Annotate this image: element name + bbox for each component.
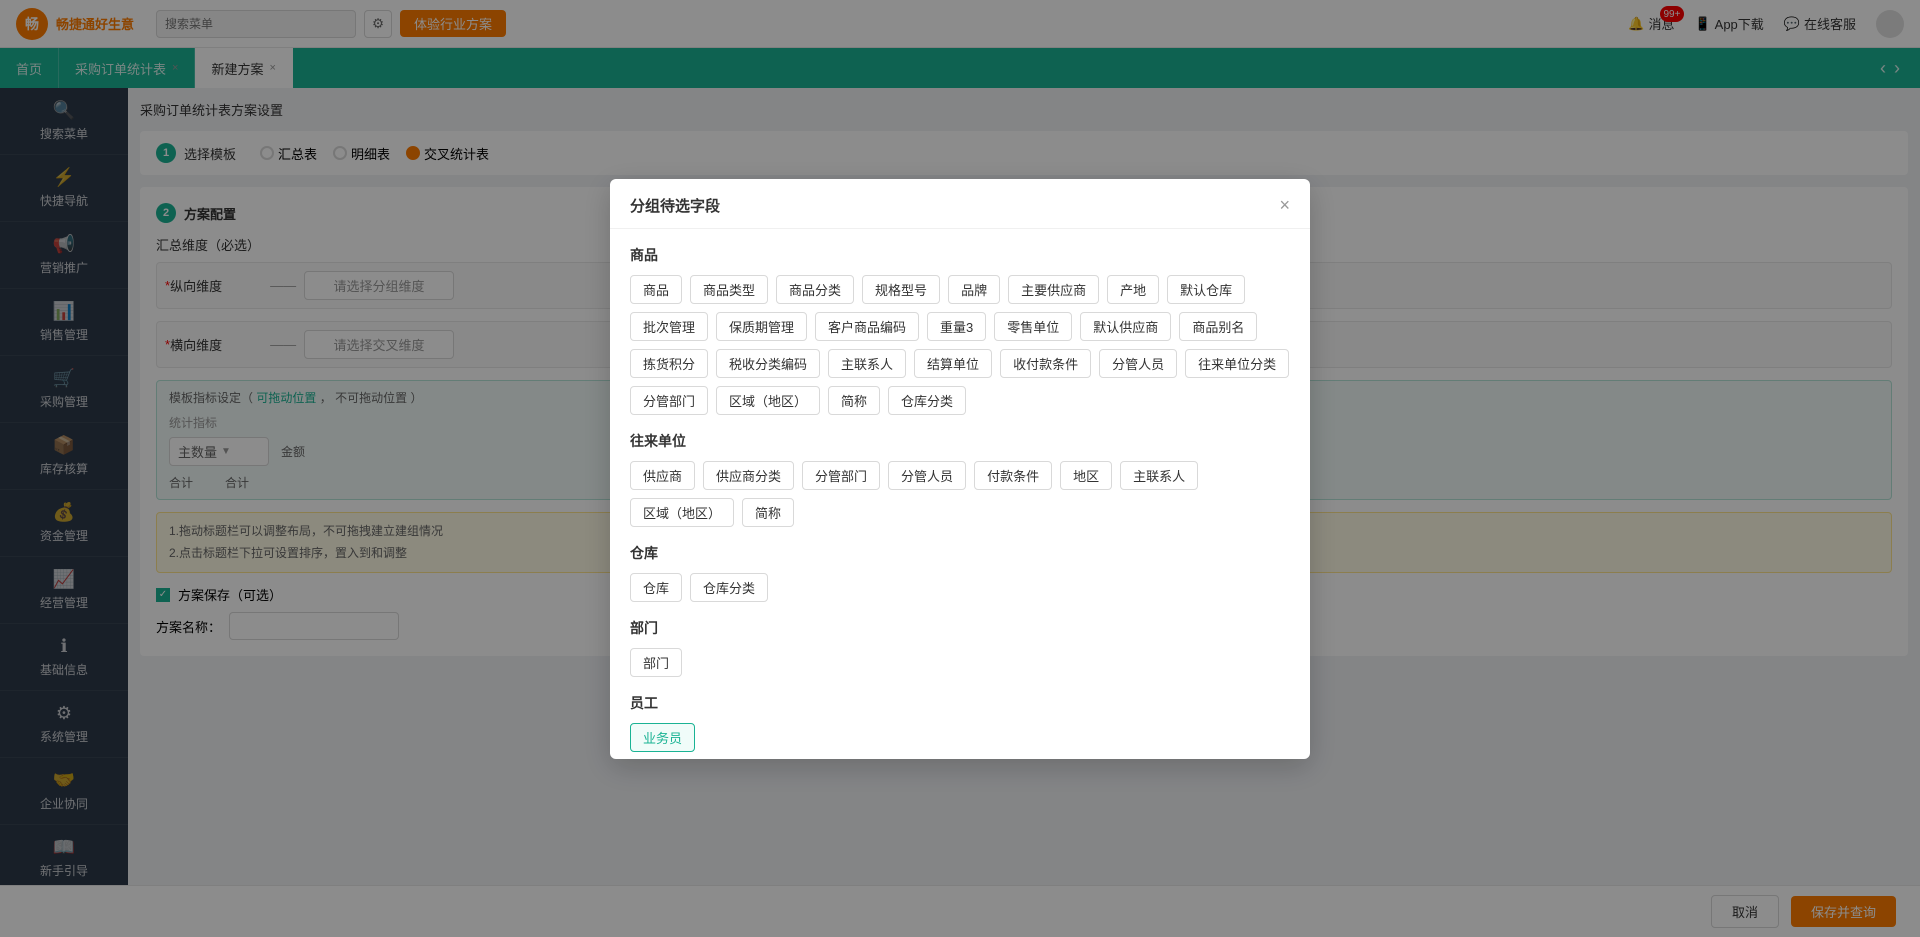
field-tag-salesperson[interactable]: 业务员: [630, 723, 695, 752]
field-tag-default-supplier[interactable]: 默认供应商: [1080, 312, 1171, 341]
field-tag-goods[interactable]: 商品: [630, 275, 682, 304]
field-tag-goods-category[interactable]: 商品分类: [776, 275, 854, 304]
field-tag-supervisor[interactable]: 分管人员: [1099, 349, 1177, 378]
field-tag-partner-short[interactable]: 简称: [742, 498, 794, 527]
field-tag-main-contact[interactable]: 主联系人: [828, 349, 906, 378]
section-label-warehouse: 仓库: [630, 543, 1290, 563]
field-tag-partner-contact[interactable]: 主联系人: [1120, 461, 1198, 490]
field-tag-pick-score[interactable]: 拣货积分: [630, 349, 708, 378]
tag-group-department: 部门: [630, 648, 1290, 677]
field-tag-main-supplier[interactable]: 主要供应商: [1008, 275, 1099, 304]
field-tag-origin[interactable]: 产地: [1107, 275, 1159, 304]
field-tag-short-name[interactable]: 简称: [828, 386, 880, 415]
field-tag-region[interactable]: 区域（地区）: [716, 386, 820, 415]
field-tag-spec-model[interactable]: 规格型号: [862, 275, 940, 304]
field-tag-partner-region[interactable]: 区域（地区）: [630, 498, 734, 527]
field-tag-goods-alias[interactable]: 商品别名: [1179, 312, 1257, 341]
tag-group-goods: 商品 商品类型 商品分类 规格型号 品牌 主要供应商 产地 默认仓库 批次管理 …: [630, 275, 1290, 415]
field-tag-dept[interactable]: 分管部门: [630, 386, 708, 415]
field-tag-goods-type[interactable]: 商品类型: [690, 275, 768, 304]
field-tag-payment-terms[interactable]: 收付款条件: [1000, 349, 1091, 378]
field-tag-settlement-unit[interactable]: 结算单位: [914, 349, 992, 378]
modal-field-select: 分组待选字段 × 商品 商品 商品类型 商品分类 规格型号 品牌 主要供应商 产…: [610, 179, 1310, 759]
field-tag-payment-condition[interactable]: 付款条件: [974, 461, 1052, 490]
tag-group-warehouse: 仓库 仓库分类: [630, 573, 1290, 602]
field-tag-tax-code[interactable]: 税收分类编码: [716, 349, 820, 378]
field-tag-brand[interactable]: 品牌: [948, 275, 1000, 304]
section-label-employee: 员工: [630, 693, 1290, 713]
modal-close-button[interactable]: ×: [1279, 195, 1290, 216]
tag-group-partner: 供应商 供应商分类 分管部门 分管人员 付款条件 地区 主联系人 区域（地区） …: [630, 461, 1290, 527]
field-tag-warehouse-category[interactable]: 仓库分类: [888, 386, 966, 415]
field-tag-supplier[interactable]: 供应商: [630, 461, 695, 490]
field-tag-supplier-category[interactable]: 供应商分类: [703, 461, 794, 490]
field-tag-area[interactable]: 地区: [1060, 461, 1112, 490]
section-label-partner: 往来单位: [630, 431, 1290, 451]
modal-title: 分组待选字段: [630, 195, 720, 216]
tag-group-employee: 业务员: [630, 723, 1290, 752]
modal-body: 商品 商品 商品类型 商品分类 规格型号 品牌 主要供应商 产地 默认仓库 批次…: [610, 229, 1310, 759]
field-tag-partner-category[interactable]: 往来单位分类: [1185, 349, 1289, 378]
field-tag-weight3[interactable]: 重量3: [927, 312, 986, 341]
modal-header: 分组待选字段 ×: [610, 179, 1310, 229]
field-tag-partner-dept[interactable]: 分管部门: [802, 461, 880, 490]
section-label-goods: 商品: [630, 245, 1290, 265]
modal-overlay: 分组待选字段 × 商品 商品 商品类型 商品分类 规格型号 品牌 主要供应商 产…: [0, 0, 1920, 937]
field-tag-default-warehouse[interactable]: 默认仓库: [1167, 275, 1245, 304]
field-tag-department[interactable]: 部门: [630, 648, 682, 677]
field-tag-quality-mgmt[interactable]: 保质期管理: [716, 312, 807, 341]
field-tag-retail-unit[interactable]: 零售单位: [994, 312, 1072, 341]
field-tag-warehouse[interactable]: 仓库: [630, 573, 682, 602]
field-tag-partner-supervisor[interactable]: 分管人员: [888, 461, 966, 490]
field-tag-batch-mgmt[interactable]: 批次管理: [630, 312, 708, 341]
section-label-department: 部门: [630, 618, 1290, 638]
field-tag-customer-code[interactable]: 客户商品编码: [815, 312, 919, 341]
field-tag-wh-category[interactable]: 仓库分类: [690, 573, 768, 602]
